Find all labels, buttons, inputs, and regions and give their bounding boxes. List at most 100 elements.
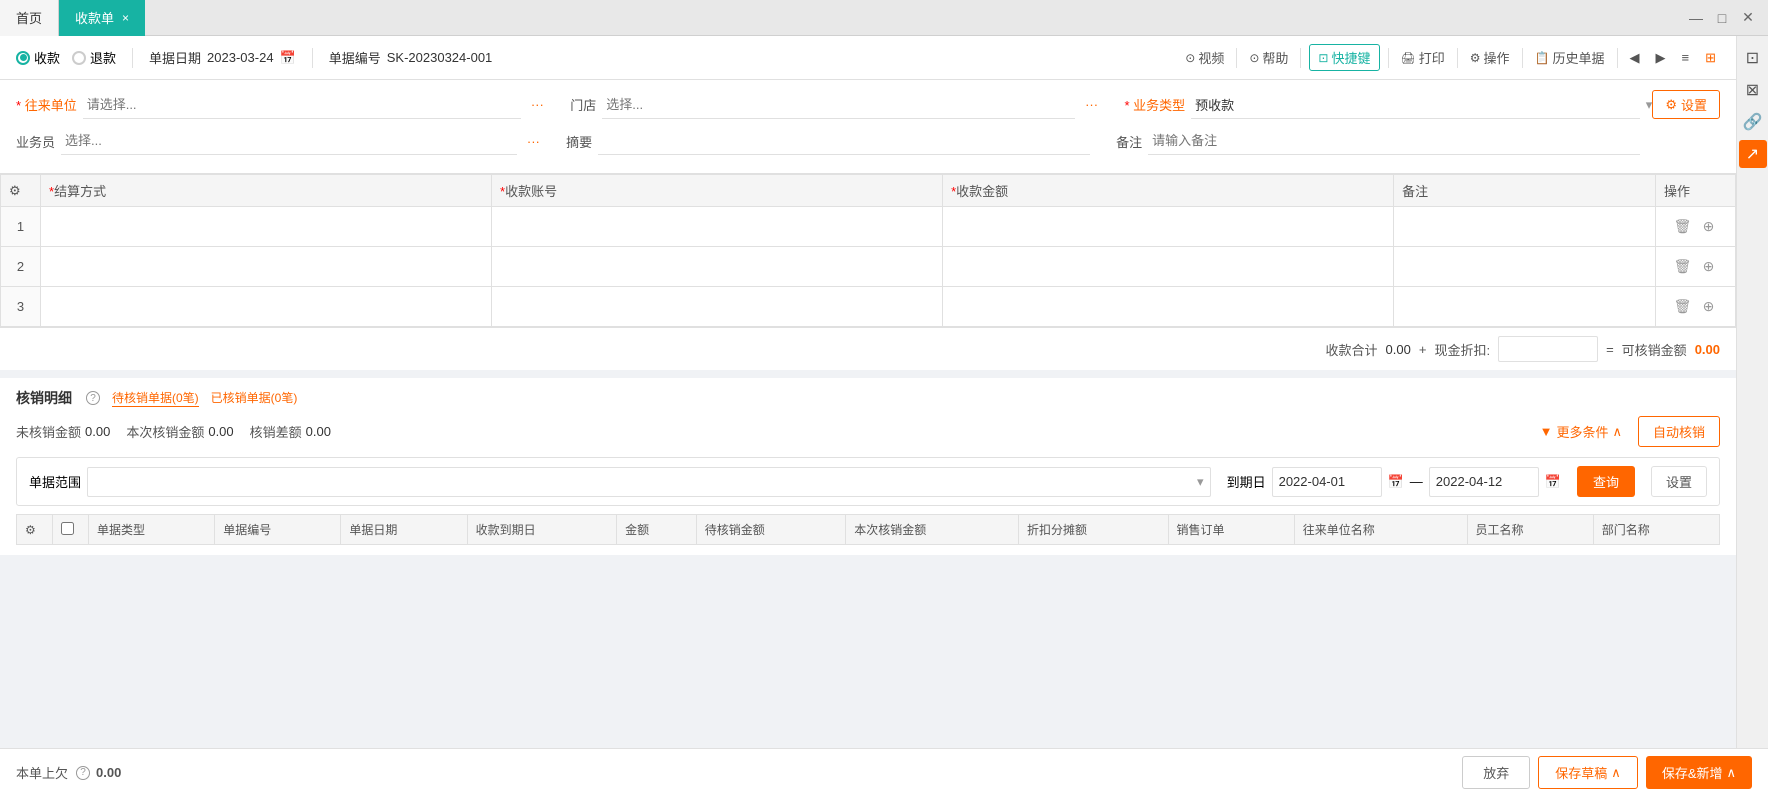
row-2-delete-icon[interactable]: 🗑 xyxy=(1673,257,1693,277)
select-all-checkbox[interactable] xyxy=(61,522,74,535)
store-input[interactable] xyxy=(602,91,1075,119)
wcol-settings[interactable]: ⚙ xyxy=(17,515,53,545)
writeoff-header: 核销明细 ? 待核销单据(0笔) 已核销单据(0笔) xyxy=(16,388,1720,408)
discount-label: 现金折扣: xyxy=(1434,340,1490,359)
store-more[interactable]: ··· xyxy=(1085,97,1098,112)
collection-total-label: 收款合计 xyxy=(1326,340,1378,359)
counter-party-input[interactable] xyxy=(83,91,521,119)
row-2-amount[interactable] xyxy=(943,247,1394,287)
row-1-remark[interactable] xyxy=(1394,207,1656,247)
wcol-current: 本次核销金额 xyxy=(846,515,1019,545)
help-btn[interactable]: ⊙ 帮助 xyxy=(1245,46,1292,69)
shortcut-label: 快捷键 xyxy=(1331,48,1370,67)
sidebar-icon-attach[interactable]: ⊠ xyxy=(1739,76,1767,104)
form-area: * 往来单位 ··· 门店 ··· * 业务类型 预收款 ▾ xyxy=(0,80,1736,174)
salesperson-more[interactable]: ··· xyxy=(527,134,540,149)
sidebar-icon-expand[interactable]: ↗ xyxy=(1739,140,1767,168)
row-1-delete-icon[interactable]: 🗑 xyxy=(1673,217,1693,237)
tab-done[interactable]: 已核销单据(0笔) xyxy=(211,389,298,407)
counter-party-more[interactable]: ··· xyxy=(531,97,544,112)
print-icon: 🖨 xyxy=(1401,51,1416,65)
filter-settings-button[interactable]: 设置 xyxy=(1651,466,1707,497)
date-from-input[interactable] xyxy=(1272,467,1382,497)
divider-1 xyxy=(132,48,133,68)
close-button[interactable]: ✕ xyxy=(1736,6,1760,30)
bottom-actions: 放弃 保存草稿 ∧ 保存&新增 ∧ xyxy=(1462,756,1752,789)
filter-row: 单据范围 ▾ 到期日 📅 — 📅 查询 设置 xyxy=(16,457,1720,506)
tab-receipt[interactable]: 收款单 × xyxy=(59,0,145,36)
more-conditions[interactable]: ▼ 更多条件 ∧ xyxy=(1540,422,1622,441)
print-btn[interactable]: 🖨 打印 xyxy=(1397,46,1449,69)
business-type-arrow[interactable]: ▾ xyxy=(1646,97,1653,113)
minimize-button[interactable]: — xyxy=(1684,6,1708,30)
remark-field: 备注 xyxy=(1116,127,1640,155)
tab-home[interactable]: 首页 xyxy=(0,0,59,36)
next-btn[interactable]: ▶ xyxy=(1652,48,1670,68)
row-2-settlement[interactable] xyxy=(41,247,492,287)
row-3-account[interactable] xyxy=(492,287,943,327)
history-btn[interactable]: 📋 历史单据 xyxy=(1531,46,1609,69)
salesperson-input[interactable] xyxy=(61,127,517,155)
calendar-icon[interactable]: 📅 xyxy=(280,50,296,66)
tab-pending[interactable]: 待核销单据(0笔) xyxy=(112,389,199,407)
operation-btn[interactable]: ⚙ 操作 xyxy=(1466,46,1514,69)
row-2-account[interactable] xyxy=(492,247,943,287)
save-draft-button[interactable]: 保存草稿 ∧ xyxy=(1538,756,1638,789)
row-3-amount[interactable] xyxy=(943,287,1394,327)
settings-label: 设置 xyxy=(1681,95,1707,114)
settings-icon: ⚙ xyxy=(9,183,21,198)
save-new-button[interactable]: 保存&新增 ∧ xyxy=(1646,756,1752,789)
row-1-settlement[interactable] xyxy=(41,207,492,247)
gear-icon: ⚙ xyxy=(1665,97,1677,113)
divider-3 xyxy=(1236,48,1237,68)
row-2-copy-icon[interactable]: ⊕ xyxy=(1699,257,1719,277)
date-to-input[interactable] xyxy=(1429,467,1539,497)
row-1-amount[interactable] xyxy=(943,207,1394,247)
row-3-remark[interactable] xyxy=(1394,287,1656,327)
remark-input[interactable] xyxy=(1148,127,1640,155)
main-content: 收款 退款 单据日期 2023-03-24 📅 单据编号 SK-20230324… xyxy=(0,36,1736,603)
date-to-icon[interactable]: 📅 xyxy=(1545,474,1561,490)
sidebar-icon-link[interactable]: 🔗 xyxy=(1739,108,1767,136)
filter-icon: ▼ xyxy=(1540,424,1553,439)
row-1-copy-icon[interactable]: ⊕ xyxy=(1699,217,1719,237)
bottom-info-icon[interactable]: ? xyxy=(76,766,90,780)
query-button[interactable]: 查询 xyxy=(1577,466,1635,497)
range-select[interactable]: ▾ xyxy=(87,467,1211,497)
tab-receipt-label: 收款单 xyxy=(75,8,114,27)
business-type-select[interactable]: 预收款 xyxy=(1191,91,1640,119)
row-3-settlement[interactable] xyxy=(41,287,492,327)
discount-input[interactable] xyxy=(1498,336,1598,362)
diff-label: 核销差额 xyxy=(250,422,302,441)
prev-btn[interactable]: ◀ xyxy=(1626,48,1644,68)
col-amount-header: *收款金额 xyxy=(943,175,1394,207)
date-from-icon[interactable]: 📅 xyxy=(1388,474,1404,490)
row-3-delete-icon[interactable]: 🗑 xyxy=(1673,297,1693,317)
row-3-copy-icon[interactable]: ⊕ xyxy=(1699,297,1719,317)
radio-refund[interactable]: 退款 xyxy=(72,48,116,67)
divider-4 xyxy=(1300,48,1301,68)
row-1-account[interactable] xyxy=(492,207,943,247)
auto-writeoff-button[interactable]: 自动核销 xyxy=(1638,416,1720,447)
wcol-checkbox[interactable] xyxy=(53,515,89,545)
sidebar-icon-table[interactable]: ⊡ xyxy=(1739,44,1767,72)
settings-button[interactable]: ⚙ 设置 xyxy=(1652,90,1720,119)
grid-view-btn[interactable]: ⊞ xyxy=(1701,48,1720,68)
number-field: 单据编号 SK-20230324-001 xyxy=(329,48,493,67)
summary-input[interactable] xyxy=(598,127,1090,155)
restore-button[interactable]: □ xyxy=(1710,6,1734,30)
discard-button[interactable]: 放弃 xyxy=(1462,756,1530,789)
radio-refund-dot xyxy=(72,51,86,65)
list-view-btn[interactable]: ≡ xyxy=(1678,48,1694,67)
video-btn[interactable]: ⊙ 视频 xyxy=(1181,46,1228,69)
operation-icon: ⚙ xyxy=(1470,51,1481,65)
toolbar-right: ⊙ 视频 ⊙ 帮助 ⊡ 快捷键 🖨 打印 ⚙ 操作 xyxy=(1181,44,1720,71)
date-label: 单据日期 xyxy=(149,48,201,67)
row-2-remark[interactable] xyxy=(1394,247,1656,287)
wcol-employee: 员工名称 xyxy=(1467,515,1593,545)
col-settings-header[interactable]: ⚙ xyxy=(1,175,41,207)
writeoff-info-icon[interactable]: ? xyxy=(86,391,100,405)
tab-close-icon[interactable]: × xyxy=(122,11,129,25)
shortcut-btn[interactable]: ⊡ 快捷键 xyxy=(1309,44,1379,71)
radio-receipt[interactable]: 收款 xyxy=(16,48,60,67)
